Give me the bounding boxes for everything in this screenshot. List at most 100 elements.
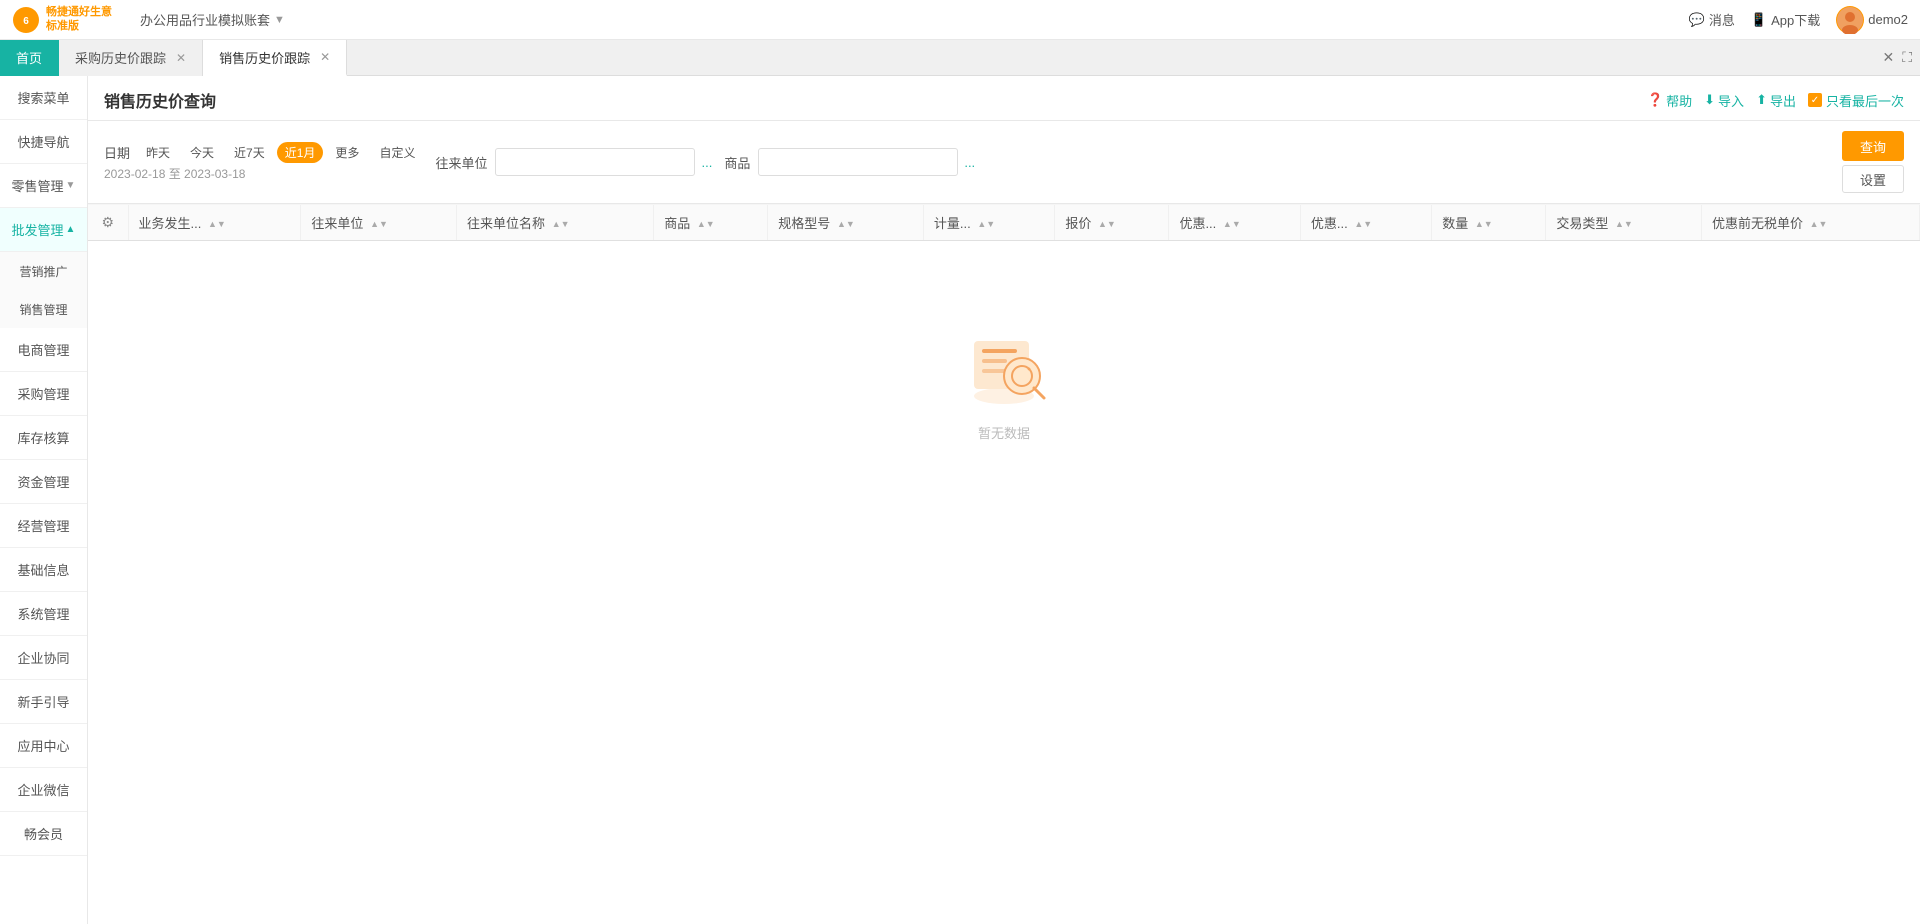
tab-purchase-close-icon[interactable]: ✕ <box>176 51 186 65</box>
th-goods-label: 商品 <box>664 216 690 231</box>
th-partner-name[interactable]: 往来单位名称 ▲▼ <box>457 205 654 241</box>
sidebar-item-newbie-guide[interactable]: 新手引导 <box>0 680 87 724</box>
sidebar-item-ecom-mgmt[interactable]: 电商管理 <box>0 328 87 372</box>
date-chip-more[interactable]: 更多 <box>327 142 367 163</box>
user-area[interactable]: demo2 <box>1836 6 1908 34</box>
partner-id-sort-icon: ▲▼ <box>370 220 388 229</box>
sidebar-quick-nav-label: 快捷导航 <box>17 132 69 151</box>
partner-dots-btn[interactable]: ... <box>701 155 712 170</box>
tab-home-label: 首页 <box>16 48 42 67</box>
tab-sales-history[interactable]: 销售历史价跟踪 ✕ <box>203 40 347 76</box>
th-settings[interactable]: ⚙ <box>88 205 128 241</box>
th-unit[interactable]: 计量... ▲▼ <box>923 205 1054 241</box>
th-qty-label: 数量 <box>1442 216 1468 231</box>
sidebar-item-ops-mgmt[interactable]: 经营管理 <box>0 504 87 548</box>
sidebar-item-sys-mgmt[interactable]: 系统管理 <box>0 592 87 636</box>
th-spec[interactable]: 规格型号 ▲▼ <box>768 205 924 241</box>
import-btn[interactable]: ⬇ 导入 <box>1704 91 1744 110</box>
tab-expand-icon[interactable]: ⛶ <box>1902 49 1912 66</box>
th-biz-date[interactable]: 业务发生... ▲▼ <box>128 205 301 241</box>
date-chip-today[interactable]: 今天 <box>182 142 222 163</box>
partner-input[interactable] <box>495 148 695 176</box>
partner-filter-group: 往来单位 ... <box>435 148 712 176</box>
sidebar-enterprise-wx-label: 企业微信 <box>17 780 69 799</box>
message-btn[interactable]: 💬 消息 <box>1689 10 1735 29</box>
sidebar-wholesale-mgmt-label: 批发管理 <box>12 220 64 239</box>
tab-sales-close-icon[interactable]: ✕ <box>320 50 330 64</box>
th-discount2[interactable]: 优惠... ▲▼ <box>1300 205 1431 241</box>
app-download-btn[interactable]: 📱 App下载 <box>1751 10 1820 29</box>
spec-sort-icon: ▲▼ <box>837 220 855 229</box>
settings-button[interactable]: 设置 <box>1842 165 1904 193</box>
sidebar-item-enterprise-wx[interactable]: 企业微信 <box>0 768 87 812</box>
import-label: 导入 <box>1718 91 1744 110</box>
pretax-price-sort-icon: ▲▼ <box>1810 220 1828 229</box>
query-button[interactable]: 查询 <box>1842 131 1904 161</box>
biz-date-sort-icon: ▲▼ <box>208 220 226 229</box>
tab-home[interactable]: 首页 <box>0 40 59 76</box>
sidebar-item-finance-mgmt[interactable]: 资金管理 <box>0 460 87 504</box>
sidebar-item-app-center[interactable]: 应用中心 <box>0 724 87 768</box>
tab-close-window-icon[interactable]: ✕ <box>1882 49 1894 66</box>
tab-purchase-history[interactable]: 采购历史价跟踪 ✕ <box>59 40 203 76</box>
app-title-dropdown-icon[interactable]: ▼ <box>274 14 285 26</box>
sidebar-sales-mgmt-label: 销售管理 <box>19 301 67 318</box>
sidebar-item-enterprise-collab[interactable]: 企业协同 <box>0 636 87 680</box>
main-content: 销售历史价查询 ❓ 帮助 ⬇ 导入 ⬆ 导出 ✓ 只看最后一次 <box>88 76 1920 924</box>
th-qty[interactable]: 数量 ▲▼ <box>1432 205 1546 241</box>
date-chip-1month[interactable]: 近1月 <box>277 142 324 163</box>
date-filter-label: 日期 <box>104 143 130 162</box>
goods-input[interactable] <box>758 148 958 176</box>
th-discount1[interactable]: 优惠... ▲▼ <box>1169 205 1300 241</box>
settings-gear-icon[interactable]: ⚙ <box>101 214 114 230</box>
sidebar-item-vip[interactable]: 畅会员 <box>0 812 87 856</box>
sidebar-sys-mgmt-label: 系统管理 <box>17 604 69 623</box>
app-title-area[interactable]: 办公用品行业模拟账套 ▼ <box>140 10 285 29</box>
user-avatar <box>1836 6 1864 34</box>
date-chip-7days[interactable]: 近7天 <box>226 142 273 163</box>
th-spec-label: 规格型号 <box>778 216 830 231</box>
th-quote[interactable]: 报价 ▲▼ <box>1055 205 1169 241</box>
th-pretax-price-label: 优惠前无税单价 <box>1712 216 1803 231</box>
date-filter-group: 日期 昨天 今天 近7天 近1月 更多 自定义 <box>104 142 423 163</box>
th-biz-date-label: 业务发生... <box>139 216 202 231</box>
header-right: 💬 消息 📱 App下载 demo2 <box>1689 6 1908 34</box>
sidebar-item-purchase-mgmt[interactable]: 采购管理 <box>0 372 87 416</box>
only-last-checkbox-area[interactable]: ✓ 只看最后一次 <box>1808 91 1904 110</box>
th-goods[interactable]: 商品 ▲▼ <box>654 205 768 241</box>
sidebar-finance-mgmt-label: 资金管理 <box>17 472 69 491</box>
sidebar-item-retail-mgmt[interactable]: 零售管理 ▼ <box>0 164 87 208</box>
table-area: ⚙ 业务发生... ▲▼ 往来单位 ▲▼ 往来单位名称 ▲▼ <box>88 205 1920 924</box>
th-partner-id[interactable]: 往来单位 ▲▼ <box>301 205 457 241</box>
partner-name-sort-icon: ▲▼ <box>552 220 570 229</box>
sidebar-item-marketing-promo[interactable]: 营销推广 <box>0 252 87 290</box>
app-download-icon: 📱 <box>1751 12 1767 28</box>
th-partner-id-label: 往来单位 <box>311 216 363 231</box>
filter-bar: 日期 昨天 今天 近7天 近1月 更多 自定义 2023-02-18 至 202… <box>88 121 1920 204</box>
th-trade-type[interactable]: 交易类型 ▲▼ <box>1546 205 1702 241</box>
sidebar-item-search-menu[interactable]: 搜索菜单 <box>0 76 87 120</box>
empty-state-text: 暂无数据 <box>978 423 1030 442</box>
sidebar-item-wholesale-mgmt[interactable]: 批发管理 ▲ <box>0 208 87 252</box>
sidebar-item-quick-nav[interactable]: 快捷导航 <box>0 120 87 164</box>
date-chip-yesterday[interactable]: 昨天 <box>138 142 178 163</box>
sidebar-item-inventory-check[interactable]: 库存核算 <box>0 416 87 460</box>
sidebar-item-basic-info[interactable]: 基础信息 <box>0 548 87 592</box>
page-title: 销售历史价查询 <box>104 88 216 112</box>
sidebar-item-sales-mgmt[interactable]: 销售管理 <box>0 290 87 328</box>
app-logo-icon: 6 <box>12 6 40 34</box>
th-quote-label: 报价 <box>1065 216 1091 231</box>
goods-dots-btn[interactable]: ... <box>964 155 975 170</box>
only-last-checkbox-icon: ✓ <box>1808 93 1822 107</box>
date-chip-custom[interactable]: 自定义 <box>371 142 423 163</box>
help-btn[interactable]: ❓ 帮助 <box>1647 91 1692 110</box>
goods-filter-label: 商品 <box>724 153 750 172</box>
sidebar-retail-mgmt-label: 零售管理 <box>12 176 64 195</box>
table-header-row: ⚙ 业务发生... ▲▼ 往来单位 ▲▼ 往来单位名称 ▲▼ <box>88 205 1920 241</box>
export-btn[interactable]: ⬆ 导出 <box>1756 91 1796 110</box>
sidebar-newbie-guide-label: 新手引导 <box>17 692 69 711</box>
user-name: demo2 <box>1868 12 1908 27</box>
quote-sort-icon: ▲▼ <box>1098 220 1116 229</box>
th-pretax-price[interactable]: 优惠前无税单价 ▲▼ <box>1701 205 1919 241</box>
th-discount1-label: 优惠... <box>1179 216 1216 231</box>
